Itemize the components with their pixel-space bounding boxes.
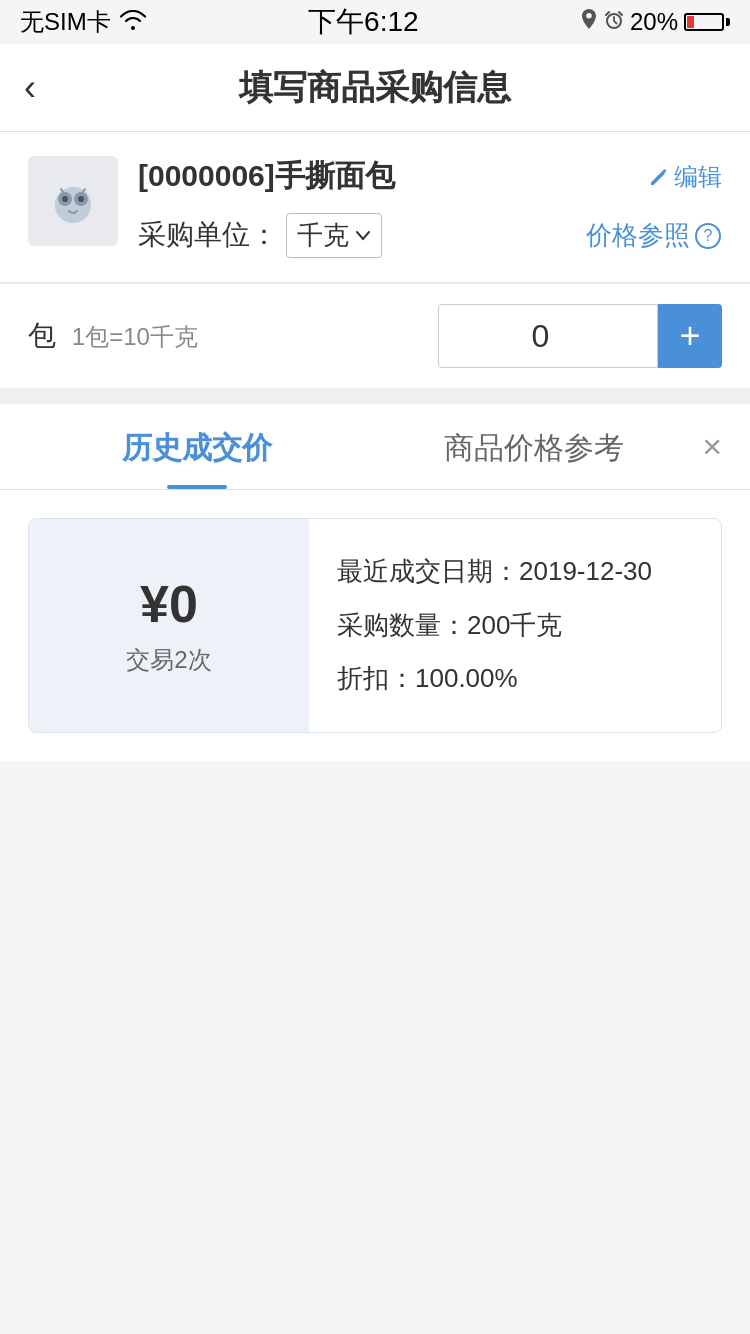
svg-point-4 [62, 196, 68, 202]
svg-point-5 [78, 196, 84, 202]
qty-left: 包 1包=10千克 [28, 317, 198, 355]
qty-plus-button[interactable]: + [658, 304, 722, 368]
tab-history-price[interactable]: 历史成交价 [28, 404, 365, 489]
status-right: 20% [580, 8, 730, 36]
status-bar: 无SIM卡 下午6:12 20% [0, 0, 750, 44]
battery-icon [684, 13, 730, 31]
qty-controls: + [438, 304, 722, 368]
svg-text:?: ? [704, 227, 713, 244]
unit-selector[interactable]: 千克 [286, 213, 382, 258]
conversion-note: 1包=10千克 [72, 323, 198, 350]
page-title: 填写商品采购信息 [239, 65, 511, 111]
price-panel: 历史成交价 商品价格参考 × ¥0 交易2次 最近成交日期：2019-12-30… [0, 404, 750, 761]
price-cards: ¥0 交易2次 最近成交日期：2019-12-30 采购数量：200千克 折扣：… [0, 490, 750, 761]
product-info: [0000006]手撕面包 编辑 采购单位： 千克 价格参照 ? [138, 156, 722, 258]
alarm-icon [604, 8, 624, 36]
price-card-left: ¥0 交易2次 [29, 519, 309, 732]
quantity-row: 包 1包=10千克 + [0, 283, 750, 388]
tab-product-price-ref[interactable]: 商品价格参考 [365, 404, 702, 489]
battery-percent: 20% [630, 8, 678, 36]
price-qty-row: 采购数量：200千克 [337, 605, 693, 647]
section-divider [0, 388, 750, 404]
location-icon [580, 8, 598, 36]
price-card-right: 最近成交日期：2019-12-30 采购数量：200千克 折扣：100.00% [309, 519, 721, 732]
network-label: 无SIM卡 [20, 6, 111, 38]
price-card: ¥0 交易2次 最近成交日期：2019-12-30 采购数量：200千克 折扣：… [28, 518, 722, 733]
wifi-icon [119, 8, 147, 36]
package-label: 包 [28, 320, 56, 351]
status-time: 下午6:12 [308, 3, 419, 41]
product-thumbnail [28, 156, 118, 246]
unit-label: 采购单位： 千克 [138, 213, 382, 258]
edit-button[interactable]: 编辑 [648, 161, 722, 193]
status-left: 无SIM卡 [20, 6, 147, 38]
price-trades-count: 交易2次 [126, 644, 211, 676]
price-discount-row: 折扣：100.00% [337, 658, 693, 700]
price-tabs: 历史成交价 商品价格参考 × [0, 404, 750, 490]
nav-bar: ‹ 填写商品采购信息 [0, 44, 750, 132]
svg-point-1 [55, 187, 91, 223]
back-button[interactable]: ‹ [24, 67, 36, 109]
product-name: [0000006]手撕面包 [138, 156, 395, 197]
quantity-input[interactable] [438, 304, 658, 368]
price-reference-button[interactable]: 价格参照 ? [586, 218, 722, 253]
price-main-value: ¥0 [140, 574, 198, 634]
price-date-row: 最近成交日期：2019-12-30 [337, 551, 693, 593]
panel-close-button[interactable]: × [702, 407, 722, 486]
product-card: [0000006]手撕面包 编辑 采购单位： 千克 价格参照 ? [0, 132, 750, 283]
page-background [0, 761, 750, 1334]
